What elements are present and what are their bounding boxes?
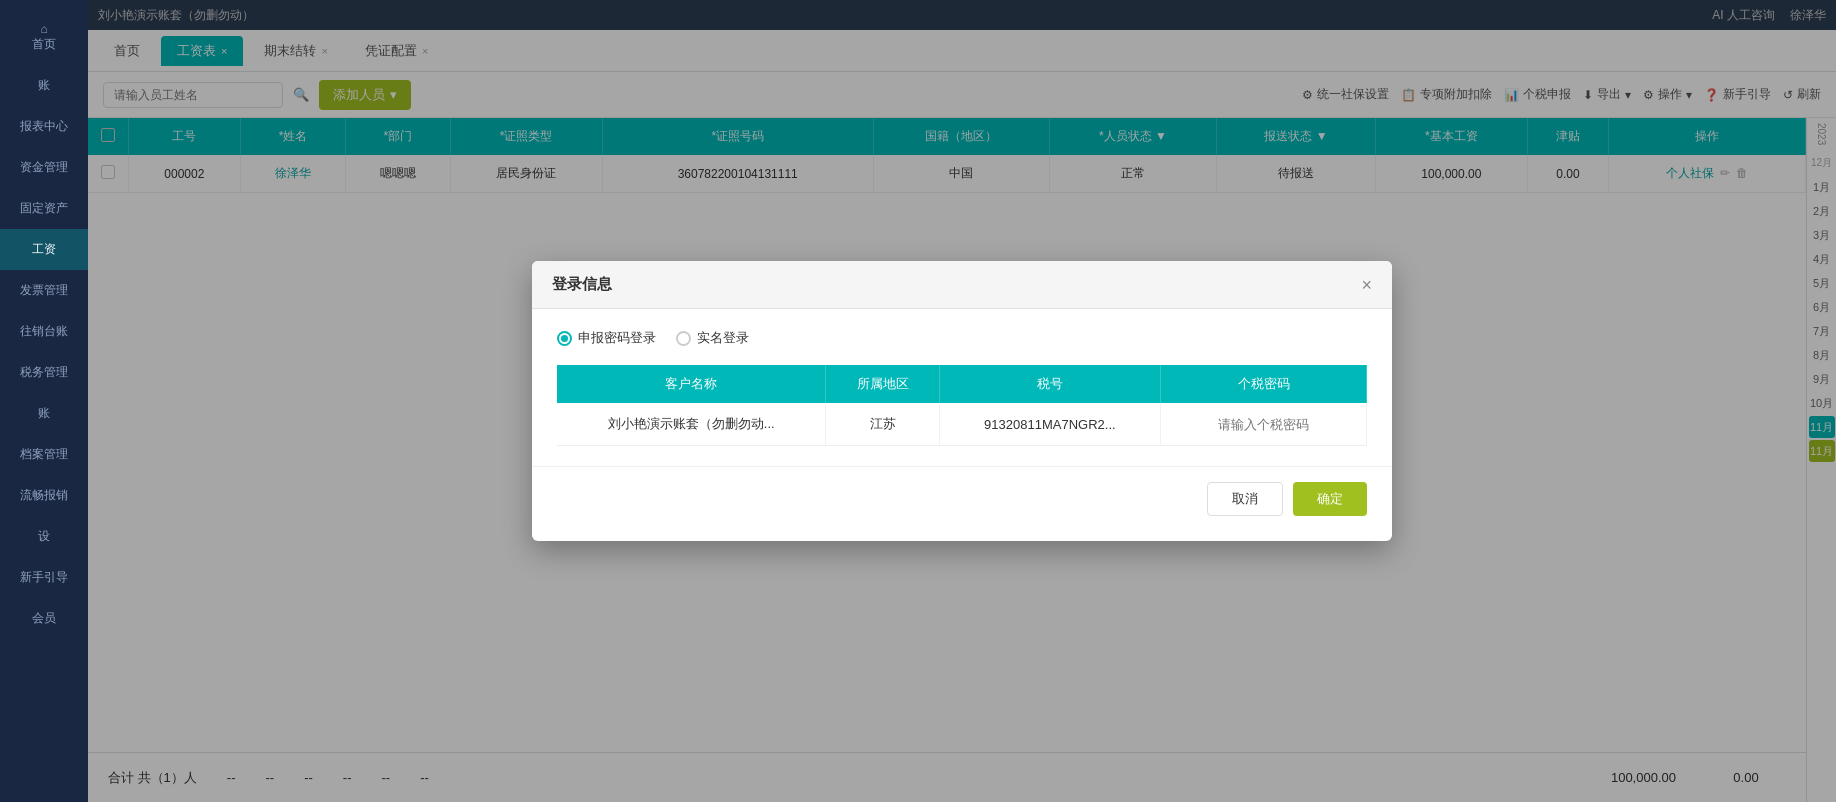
sidebar-item-home[interactable]: ⌂ 首页 [0, 10, 88, 65]
sidebar-item-settings[interactable]: 设 [0, 516, 88, 557]
tax-password-input[interactable] [1204, 417, 1324, 432]
cancel-button[interactable]: 取消 [1207, 482, 1283, 516]
sidebar-item-account[interactable]: 账 [0, 65, 88, 106]
sidebar: ⌂ 首页 账 报表中心 资金管理 固定资产 工资 发票管理 往销台账 税务管理 … [0, 0, 88, 802]
sidebar-item-member[interactable]: 会员 [0, 598, 88, 639]
sidebar-item-sales[interactable]: 往销台账 [0, 311, 88, 352]
home-icon: ⌂ [0, 22, 88, 36]
dialog-col-region: 所属地区 [826, 365, 939, 403]
dialog-body: 申报密码登录 实名登录 客户名称 所属地区 税号 个税密码 [532, 309, 1392, 466]
dialog-region: 江苏 [826, 403, 939, 446]
sidebar-item-assets[interactable]: 固定资产 [0, 188, 88, 229]
dialog-table-row: 刘小艳演示账套（勿删勿动... 江苏 91320811MA7NGR2... [557, 403, 1367, 446]
sidebar-item-ledger[interactable]: 账 [0, 393, 88, 434]
sidebar-item-salary[interactable]: 工资 [0, 229, 88, 270]
radio-realname-login[interactable]: 实名登录 [676, 329, 749, 347]
sidebar-item-reimbursement[interactable]: 流畅报销 [0, 475, 88, 516]
sidebar-item-guide[interactable]: 新手引导 [0, 557, 88, 598]
radio-password-circle [557, 331, 572, 346]
radio-realname-circle [676, 331, 691, 346]
sidebar-item-tax[interactable]: 税务管理 [0, 352, 88, 393]
sidebar-item-reports[interactable]: 报表中心 [0, 106, 88, 147]
dialog-footer: 取消 确定 [532, 466, 1392, 531]
dialog-col-taxno: 税号 [939, 365, 1161, 403]
dialog-inner-table: 客户名称 所属地区 税号 个税密码 刘小艳演示账套（勿删勿动... 江苏 913… [557, 365, 1367, 446]
dialog-customer-name: 刘小艳演示账套（勿删勿动... [557, 403, 826, 446]
dialog-title: 登录信息 [552, 275, 612, 294]
sidebar-item-funds[interactable]: 资金管理 [0, 147, 88, 188]
sidebar-item-invoice[interactable]: 发票管理 [0, 270, 88, 311]
dialog-tax-no: 91320811MA7NGR2... [939, 403, 1161, 446]
dialog-header: 登录信息 × [532, 261, 1392, 309]
sidebar-item-archive[interactable]: 档案管理 [0, 434, 88, 475]
modal-overlay: 登录信息 × 申报密码登录 实名登录 客户名称 所属地区 [88, 0, 1836, 802]
dialog-col-password: 个税密码 [1161, 365, 1367, 403]
confirm-button[interactable]: 确定 [1293, 482, 1367, 516]
dialog-col-customer: 客户名称 [557, 365, 826, 403]
login-options: 申报密码登录 实名登录 [557, 329, 1367, 347]
login-dialog: 登录信息 × 申报密码登录 实名登录 客户名称 所属地区 [532, 261, 1392, 541]
dialog-close-btn[interactable]: × [1361, 276, 1372, 294]
radio-password-login[interactable]: 申报密码登录 [557, 329, 656, 347]
dialog-password-cell [1161, 403, 1367, 446]
